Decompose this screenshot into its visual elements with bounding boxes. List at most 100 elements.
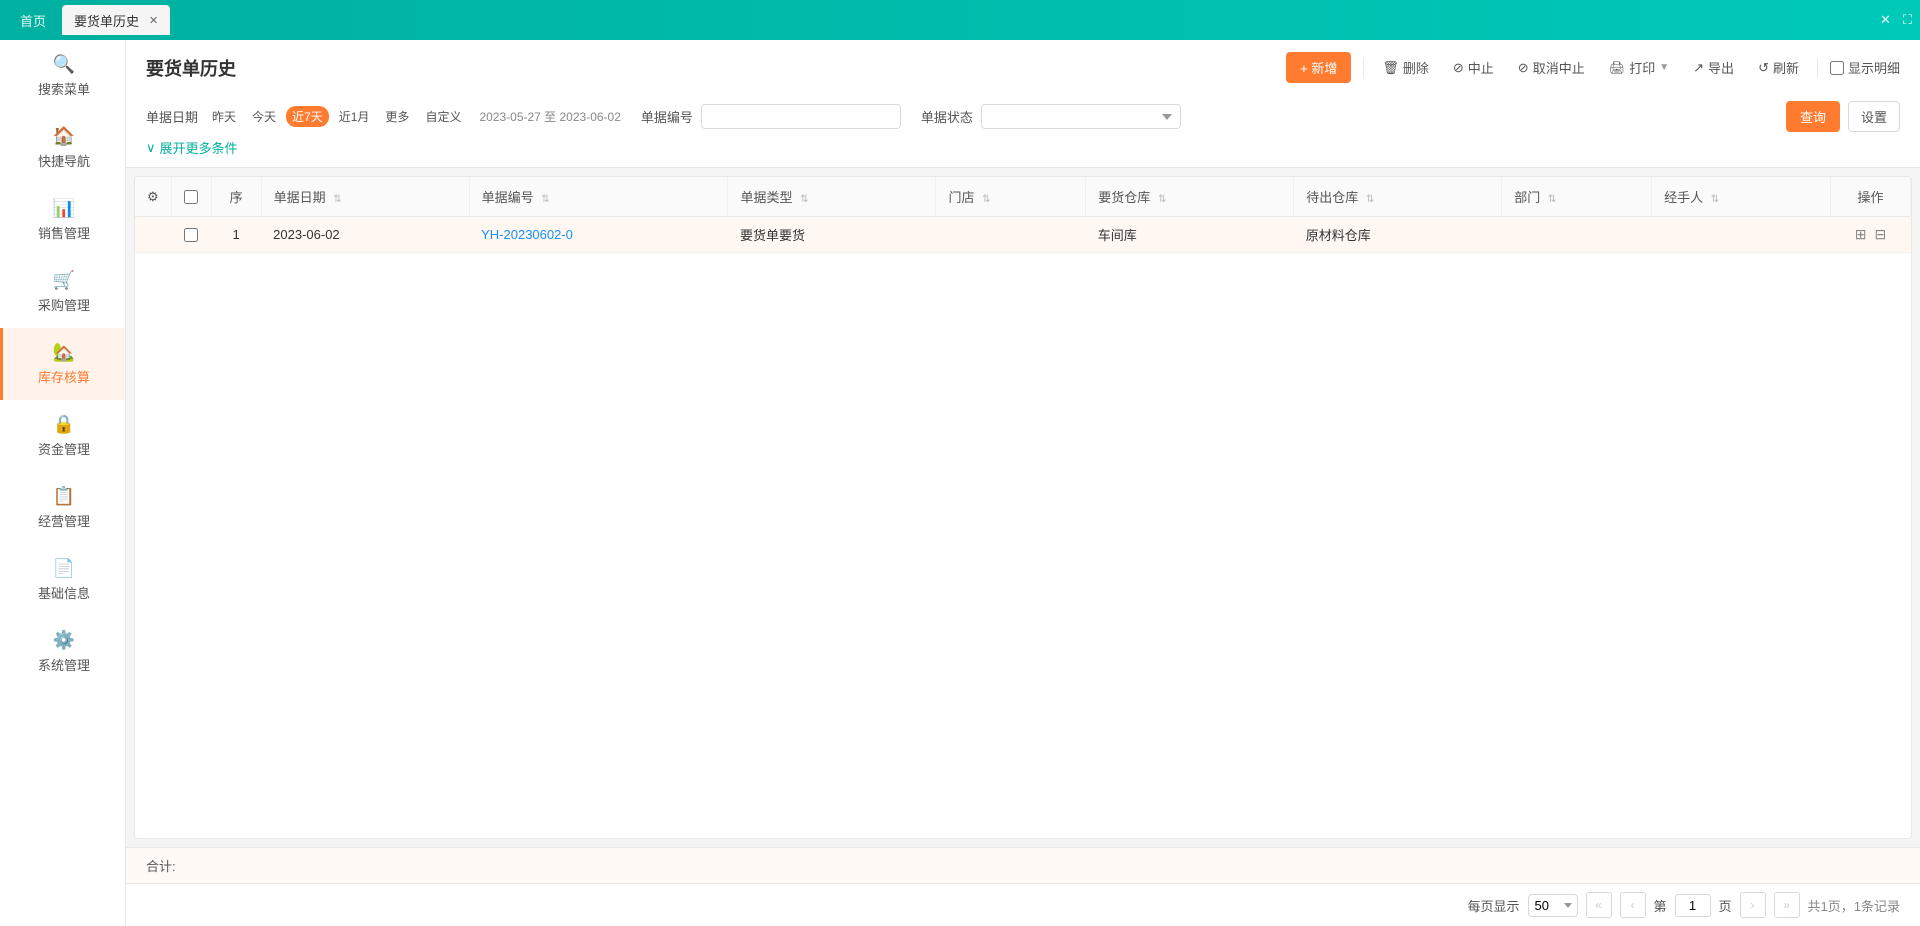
refresh-button-label: 刷新 [1773,58,1799,77]
refresh-icon: ↺ [1758,60,1769,76]
expand-down-icon: ∨ [146,140,156,156]
row-num: 1 [233,227,240,242]
stop-button[interactable]: ⊘ 中止 [1447,54,1500,81]
sidebar-item-purchase[interactable]: 🛒 采购管理 [0,256,125,328]
query-button-label: 查询 [1800,107,1826,126]
content-area: 要货单历史 + 新增 🗑 删除 ⊘ 中止 ⊘ [126,40,1920,926]
date-btn-yesterday[interactable]: 昨天 [206,106,242,127]
next-page-btn[interactable]: › [1740,892,1766,918]
date-btn-today[interactable]: 今天 [246,106,282,127]
delete-button-label: 删除 [1403,58,1429,77]
stop-button-label: 中止 [1468,58,1494,77]
col-date[interactable]: 单据日期 ⇅ [261,177,469,217]
sidebar-item-operations[interactable]: 📋 经营管理 [0,472,125,544]
page-header: 要货单历史 + 新增 🗑 删除 ⊘ 中止 ⊘ [126,40,1920,168]
sidebar-item-base-info[interactable]: 📄 基础信息 [0,544,125,616]
expand-more-btn[interactable]: ∨ 展开更多条件 [146,138,1900,157]
order-no-input[interactable] [701,104,901,129]
select-all-checkbox[interactable] [184,190,198,204]
query-button[interactable]: 查询 [1786,101,1840,132]
col-dept[interactable]: 部门 ⇅ [1502,177,1652,217]
page-label: 第 [1654,896,1667,915]
tab-order-history-label: 要货单历史 [74,11,139,30]
print-icon: 🖨 [1609,60,1626,76]
col-no-label: 单据编号 [482,190,534,205]
sidebar-item-search[interactable]: 🔍 搜索菜单 [0,40,125,112]
sidebar-item-quick-nav[interactable]: 🏠 快捷导航 [0,112,125,184]
row-req-warehouse-cell: 车间库 [1086,217,1294,253]
page-size-select[interactable]: 50 20 100 [1528,894,1578,917]
col-req-warehouse[interactable]: 要货仓库 ⇅ [1086,177,1294,217]
sidebar-item-search-label: 搜索菜单 [38,79,90,98]
last-page-btn[interactable]: » [1774,892,1800,918]
row-no-link[interactable]: YH-20230602-0 [481,227,573,242]
page-total: 共1页，1条记录 [1808,896,1900,915]
window-maximize-icon[interactable]: ⛶ [1903,12,1912,28]
settings-button[interactable]: 设置 [1848,101,1900,132]
date-btn-1month[interactable]: 近1月 [333,106,376,127]
col-req-warehouse-label: 要货仓库 [1098,190,1150,205]
col-store[interactable]: 门店 ⇅ [936,177,1086,217]
row-edit-icon[interactable]: ⊟ [1875,226,1887,243]
summary-label: 合计: [146,856,176,875]
row-view-icon[interactable]: ⊞ [1855,226,1867,243]
filter-row-1: 单据日期 昨天 今天 近7天 近1月 更多 自定义 2023-05-27 至 2… [146,101,1900,132]
delete-button[interactable]: 🗑 删除 [1376,54,1435,81]
system-icon: ⚙️ [53,630,75,651]
col-no[interactable]: 单据编号 ⇅ [469,177,728,217]
sidebar-item-system[interactable]: ⚙️ 系统管理 [0,616,125,688]
col-action: 操作 [1831,177,1911,217]
sort-icon-handler: ⇅ [1711,194,1719,205]
print-button[interactable]: 🖨 打印 ▼ [1603,54,1675,81]
cancel-stop-button[interactable]: ⊘ 取消中止 [1512,54,1591,81]
base-info-icon: 📄 [53,558,75,579]
show-detail-toggle[interactable]: 显示明细 [1830,58,1900,77]
col-type[interactable]: 单据类型 ⇅ [728,177,936,217]
sidebar-item-system-label: 系统管理 [38,655,90,674]
export-button[interactable]: ↗ 导出 [1687,54,1740,81]
inventory-icon: 🏡 [53,342,75,363]
sidebar-item-sales[interactable]: 📊 销售管理 [0,184,125,256]
row-req-warehouse: 车间库 [1098,228,1137,243]
col-num: 序 [211,177,261,217]
refresh-button[interactable]: ↺ 刷新 [1752,54,1805,81]
tab-home[interactable]: 首页 [8,5,58,35]
col-settings[interactable]: ⚙ [135,177,171,217]
col-wait-warehouse[interactable]: 待出仓库 ⇅ [1294,177,1502,217]
footer-summary: 合计: [126,847,1920,883]
sidebar-item-purchase-label: 采购管理 [38,295,90,314]
sidebar-item-finance-label: 资金管理 [38,439,90,458]
new-button[interactable]: + 新增 [1286,52,1351,83]
sidebar-item-inventory[interactable]: 🏡 库存核算 [0,328,125,400]
tab-home-label: 首页 [20,11,46,30]
status-select[interactable] [981,104,1181,129]
operations-icon: 📋 [53,486,75,507]
page-number-input[interactable] [1675,894,1711,917]
date-btn-more[interactable]: 更多 [379,106,415,127]
sort-icon-store: ⇅ [982,194,990,205]
new-button-label: + 新增 [1300,58,1337,77]
toolbar: + 新增 🗑 删除 ⊘ 中止 ⊘ 取消中止 [1286,52,1900,83]
sort-icon-dept: ⇅ [1548,194,1556,205]
col-store-label: 门店 [948,190,974,205]
show-detail-checkbox[interactable] [1830,61,1844,75]
cancel-stop-button-label: 取消中止 [1533,58,1585,77]
prev-page-btn[interactable]: ‹ [1620,892,1646,918]
home-icon: 🏠 [53,126,75,147]
tab-order-history[interactable]: 要货单历史 ✕ [62,5,170,35]
row-checkbox[interactable] [184,228,198,242]
date-btn-custom[interactable]: 自定义 [419,106,467,127]
filter-buttons: 查询 设置 [1786,101,1900,132]
page-size-label: 每页显示 [1467,896,1519,915]
pagination-bar: 每页显示 50 20 100 « ‹ 第 页 › » 共1页，1条记录 [126,883,1920,926]
date-shortcuts: 昨天 今天 近7天 近1月 更多 自定义 [206,106,467,127]
sidebar-item-finance[interactable]: 🔒 资金管理 [0,400,125,472]
sort-icon-req-warehouse: ⇅ [1158,194,1166,205]
export-icon: ↗ [1693,60,1704,76]
window-close-icon[interactable]: ✕ [1880,12,1891,28]
col-wait-warehouse-label: 待出仓库 [1306,190,1358,205]
tab-close-icon[interactable]: ✕ [149,14,158,27]
col-handler[interactable]: 经手人 ⇅ [1652,177,1831,217]
date-btn-7days[interactable]: 近7天 [286,106,329,127]
first-page-btn[interactable]: « [1586,892,1612,918]
